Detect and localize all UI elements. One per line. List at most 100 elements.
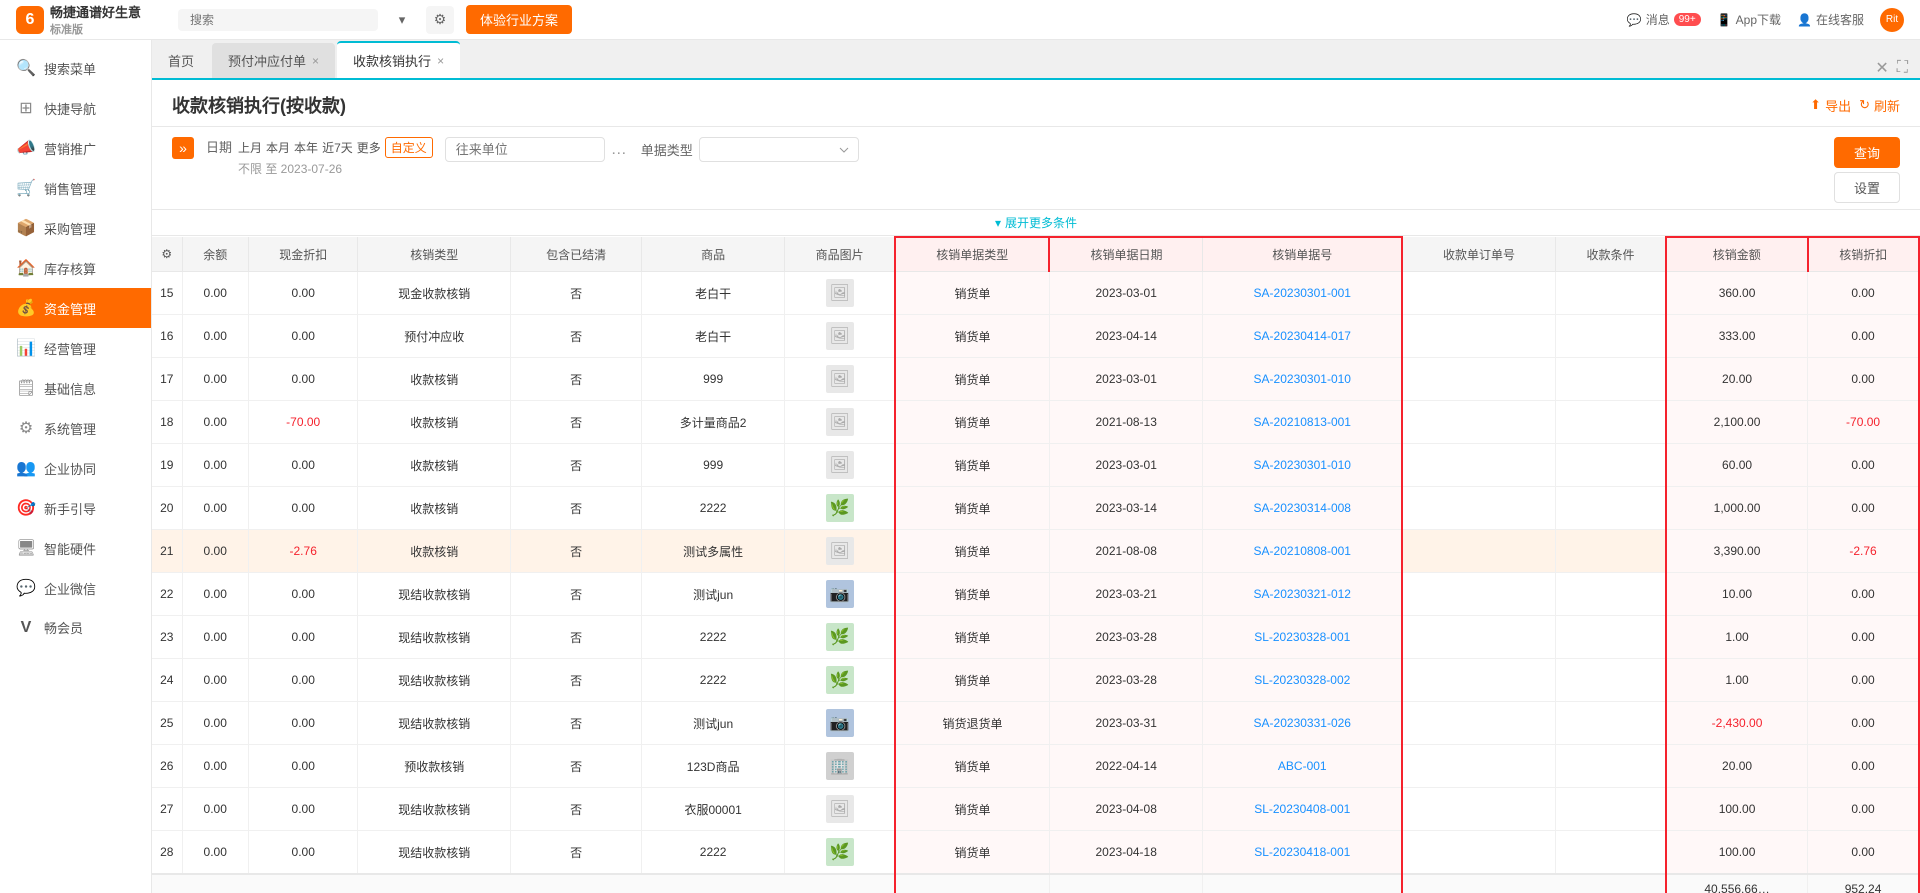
bill-no-link[interactable]: SA-20230301-010 (1254, 372, 1351, 386)
window-controls: ✕ ⛶ (1863, 58, 1920, 78)
sidebar-item-nav[interactable]: ⊞ 快捷导航 (0, 88, 151, 128)
td-verify-amount: 100.00 (1666, 788, 1808, 831)
app-download-button[interactable]: 📱 App下载 (1717, 11, 1781, 28)
sidebar-item-basic[interactable]: 🗒 基础信息 (0, 368, 151, 408)
td-include-settled: 否 (511, 487, 642, 530)
app-download-icon: 📱 (1717, 13, 1732, 27)
expand-filter-button[interactable]: ▾ 展开更多条件 (995, 214, 1077, 231)
sidebar-item-operations[interactable]: 📊 经营管理 (0, 328, 151, 368)
th-include-settled: 包含已结清 (511, 237, 642, 272)
sidebar-item-inventory[interactable]: 🏠 库存核算 (0, 248, 151, 288)
dropdown-arrow-icon[interactable]: ▾ (390, 8, 414, 32)
td-verify-type: 收款核销 (358, 530, 511, 573)
avatar[interactable]: Rit (1880, 8, 1904, 32)
td-receipt-condition (1556, 358, 1666, 401)
refresh-button[interactable]: ↻ 刷新 (1859, 96, 1900, 115)
th-gear[interactable]: ⚙ (152, 237, 182, 272)
bill-no-link[interactable]: SA-20230331-026 (1254, 716, 1351, 730)
td-product-img: 🏢 (785, 745, 895, 788)
td-verify-bill-type: 销货单 (895, 315, 1049, 358)
message-button[interactable]: 💬 消息 99+ (1627, 11, 1701, 28)
bill-type-select[interactable] (699, 137, 859, 162)
query-button[interactable]: 查询 (1834, 137, 1900, 168)
td-cash-discount: 0.00 (248, 444, 358, 487)
settings-icon[interactable]: ⚙ (426, 6, 454, 34)
product-thumbnail: 🖼 (826, 279, 854, 307)
tab-prepay-close-icon[interactable]: × (312, 54, 319, 68)
bill-no-link[interactable]: SL-20230328-002 (1254, 673, 1350, 687)
sidebar-item-search[interactable]: 🔍 搜索菜单 (0, 48, 151, 88)
td-product: 测试多属性 (642, 530, 785, 573)
bill-no-link[interactable]: SA-20230314-008 (1254, 501, 1351, 515)
tab-receipt-verify[interactable]: 收款核销执行 × (337, 41, 460, 78)
td-verify-bill-no: SA-20230301-001 (1203, 272, 1402, 315)
close-window-icon[interactable]: ✕ (1875, 58, 1888, 78)
sales-icon: 🛒 (16, 178, 36, 198)
td-product: 衣服00001 (642, 788, 785, 831)
product-thumbnail: 🏢 (826, 752, 854, 780)
td-verify-bill-date: 2022-04-14 (1049, 745, 1203, 788)
bill-no-link[interactable]: SL-20230418-001 (1254, 845, 1350, 859)
bill-no-link[interactable]: SA-20230321-012 (1254, 587, 1351, 601)
collapse-filter-button[interactable]: » (172, 137, 194, 159)
bill-no-link[interactable]: SA-20230301-010 (1254, 458, 1351, 472)
td-product: 123D商品 (642, 745, 785, 788)
bill-no-link[interactable]: SL-20230328-001 (1254, 630, 1350, 644)
sidebar-item-finance[interactable]: 💰 资金管理 (0, 288, 151, 328)
bill-no-link[interactable]: SL-20230408-001 (1254, 802, 1350, 816)
settings-button[interactable]: 设置 (1834, 172, 1900, 203)
sidebar-item-wechat[interactable]: 💬 企业微信 (0, 568, 151, 608)
sidebar-item-collab[interactable]: 👥 企业协同 (0, 448, 151, 488)
td-no: 26 (152, 745, 182, 788)
expand-filter-row: ▾ 展开更多条件 (152, 210, 1920, 236)
sidebar-item-guide[interactable]: 🎯 新手引导 (0, 488, 151, 528)
td-verify-type: 现结收款核销 (358, 831, 511, 875)
td-verify-amount: 20.00 (1666, 745, 1808, 788)
td-balance: 0.00 (182, 444, 248, 487)
date-custom-btn[interactable]: 自定义 (385, 137, 433, 158)
date-this-year[interactable]: 本年 (294, 139, 318, 156)
td-verify-amount: 10.00 (1666, 573, 1808, 616)
system-icon: ⚙ (16, 418, 36, 438)
tab-prepay[interactable]: 预付冲应付单 × (212, 43, 335, 78)
date-this-month[interactable]: 本月 (266, 139, 290, 156)
sidebar-item-label: 营销推广 (44, 139, 96, 158)
maximize-window-icon[interactable]: ⛶ (1897, 59, 1908, 77)
sidebar-item-system[interactable]: ⚙ 系统管理 (0, 408, 151, 448)
tab-home[interactable]: 首页 (152, 43, 210, 78)
bill-no-link[interactable]: ABC-001 (1278, 759, 1327, 773)
bill-no-link[interactable]: SA-20230301-001 (1254, 286, 1351, 300)
export-button[interactable]: ⬆ 导出 (1810, 96, 1851, 115)
td-cash-discount: 0.00 (248, 315, 358, 358)
sidebar-item-marketing[interactable]: 📣 营销推广 (0, 128, 151, 168)
sidebar-item-member[interactable]: V 畅会员 (0, 608, 151, 647)
member-icon: V (16, 619, 36, 637)
top-search-input[interactable] (178, 9, 378, 31)
td-balance: 0.00 (182, 659, 248, 702)
date-recent7[interactable]: 近7天 (322, 139, 353, 156)
counterpart-input[interactable] (445, 137, 605, 162)
top-right-actions: 💬 消息 99+ 📱 App下载 👤 在线客服 Rit (1627, 8, 1904, 32)
sidebar-item-sales[interactable]: 🛒 销售管理 (0, 168, 151, 208)
bill-no-link[interactable]: SA-20230414-017 (1254, 329, 1351, 343)
export-label: 导出 (1825, 96, 1851, 115)
td-product: 999 (642, 444, 785, 487)
industry-solution-button[interactable]: 体验行业方案 (466, 5, 572, 34)
tab-receipt-verify-close-icon[interactable]: × (437, 54, 444, 68)
sidebar-item-label: 销售管理 (44, 179, 96, 198)
online-service-button[interactable]: 👤 在线客服 (1797, 11, 1864, 28)
bill-no-link[interactable]: SA-20210808-001 (1254, 544, 1351, 558)
tab-receipt-verify-label: 收款核销执行 (353, 51, 431, 70)
td-include-settled: 否 (511, 444, 642, 487)
sidebar-item-hardware[interactable]: 🖥 智能硬件 (0, 528, 151, 568)
dots-icon[interactable]: … (611, 141, 629, 159)
date-more[interactable]: 更多 (357, 139, 381, 156)
footer-verify-bill-type (895, 874, 1049, 893)
td-verify-amount: 3,390.00 (1666, 530, 1808, 573)
date-last-month[interactable]: 上月 (238, 139, 262, 156)
product-thumbnail: 🖼 (826, 408, 854, 436)
product-thumbnail: 📷 (826, 709, 854, 737)
bill-no-link[interactable]: SA-20210813-001 (1254, 415, 1351, 429)
td-verify-bill-date: 2023-03-28 (1049, 659, 1203, 702)
sidebar-item-purchase[interactable]: 📦 采购管理 (0, 208, 151, 248)
